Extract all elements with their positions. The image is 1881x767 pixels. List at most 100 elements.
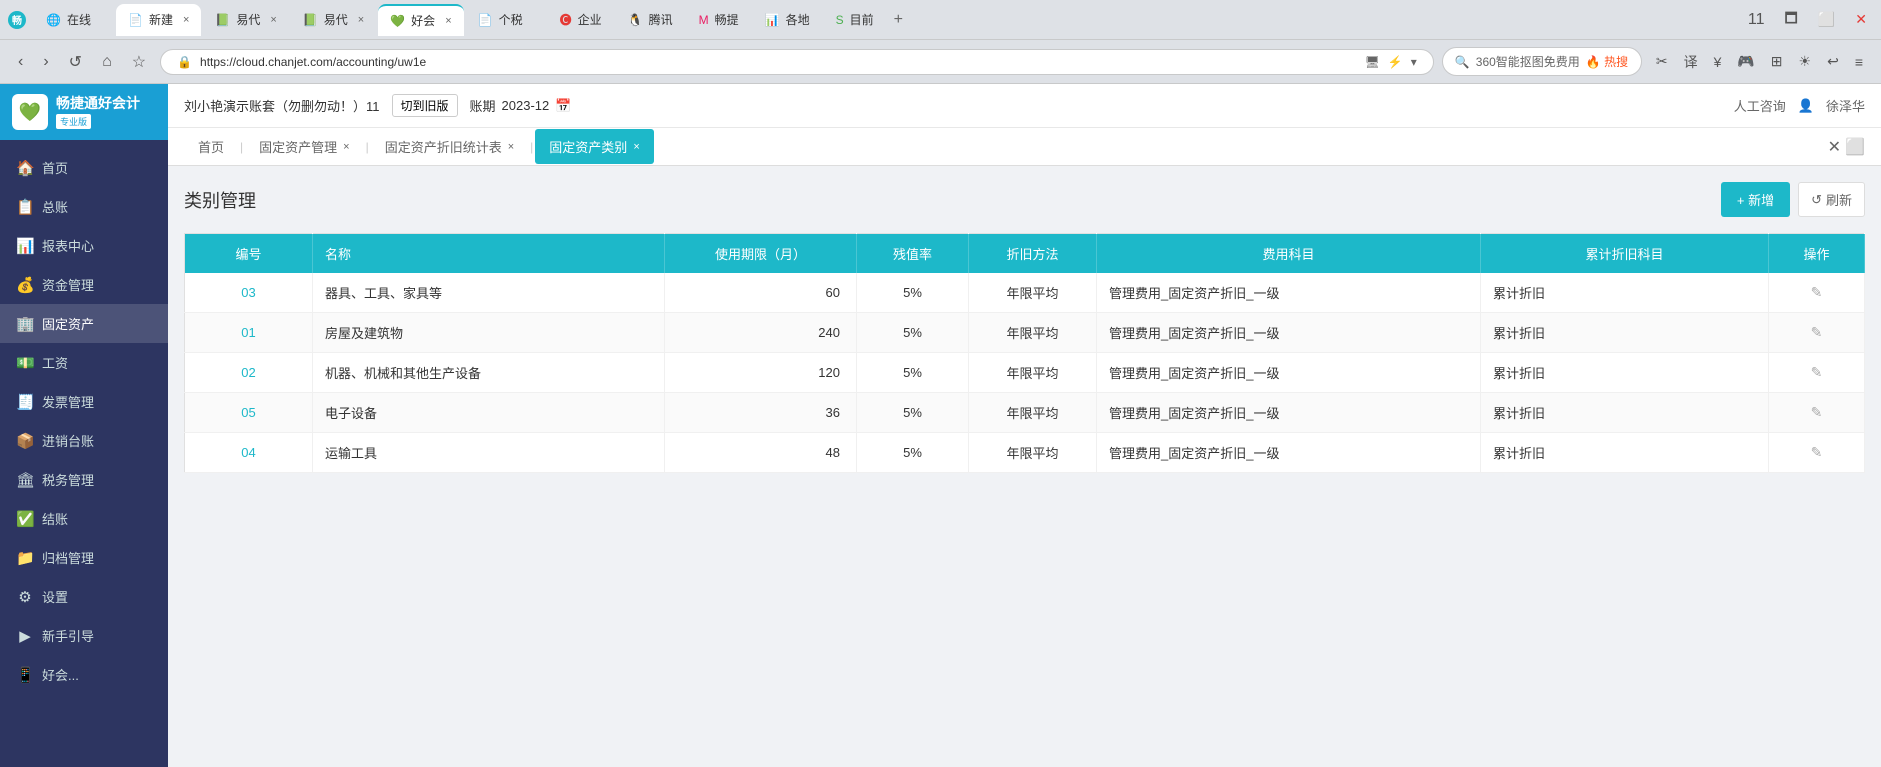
cut-icon[interactable]: ✂	[1650, 49, 1674, 74]
tab-close-3[interactable]: ×	[270, 14, 276, 26]
sidebar-item-home[interactable]: 🏠 首页	[0, 148, 168, 187]
edit-btn-0[interactable]: ✎	[1811, 284, 1823, 300]
switch-version-btn[interactable]: 切到旧版	[392, 94, 458, 117]
cell-code-0[interactable]: 03	[185, 273, 313, 313]
col-action: 操作	[1769, 234, 1865, 274]
col-method: 折旧方法	[969, 234, 1097, 274]
home-icon: 🏠	[16, 159, 34, 177]
browser-tab-7[interactable]: 🅒 企业	[548, 4, 614, 36]
edit-btn-3[interactable]: ✎	[1811, 404, 1823, 420]
user-name[interactable]: 徐泽华	[1826, 96, 1865, 115]
calendar-icon[interactable]: 📅	[555, 98, 571, 114]
edit-btn-4[interactable]: ✎	[1811, 444, 1823, 460]
forward-btn[interactable]: ›	[37, 49, 54, 75]
table-header-row: 编号 名称 使用期限（月） 残值率 折旧方法 费用科目 累计折旧科目 操作	[185, 234, 1865, 274]
sidebar-item-inventory[interactable]: 📦 进销台账	[0, 421, 168, 460]
tab-close-4[interactable]: ×	[358, 14, 364, 26]
tab-close-depreciation[interactable]: ×	[508, 141, 514, 153]
address-field[interactable]: 🔒 https://cloud.chanjet.com/accounting/u…	[160, 49, 1434, 75]
new-tab-button[interactable]: +	[890, 7, 907, 33]
game-icon[interactable]: 🎮	[1731, 49, 1760, 74]
code-link-4[interactable]: 04	[241, 445, 255, 460]
coin-icon[interactable]: ¥	[1708, 50, 1728, 74]
sidebar-item-reports[interactable]: 📊 报表中心	[0, 226, 168, 265]
tab-fixed-category[interactable]: 固定资产类别 ×	[535, 129, 653, 164]
reload-btn[interactable]: ↺	[63, 48, 88, 76]
sidebar-item-fixed-assets[interactable]: 🏢 固定资产	[0, 304, 168, 343]
search-bar[interactable]: 🔍 360智能抠图免费用 🔥 热搜	[1442, 47, 1642, 76]
sidebar-item-funds[interactable]: 💰 资金管理	[0, 265, 168, 304]
sidebar-item-ledger[interactable]: 📋 总账	[0, 187, 168, 226]
code-link-1[interactable]: 01	[241, 325, 255, 340]
archive-icon: 📁	[16, 549, 34, 567]
tab-sep-3: |	[530, 140, 533, 154]
browser-tab-10[interactable]: 📊 各地	[753, 4, 822, 36]
code-link-0[interactable]: 03	[241, 285, 255, 300]
cell-action-3[interactable]: ✎	[1769, 393, 1865, 433]
sidebar-item-settings[interactable]: ⚙ 设置	[0, 577, 168, 616]
browser-tab-3[interactable]: 📗 易代 ×	[203, 4, 288, 36]
sidebar-item-archive[interactable]: 📁 归档管理	[0, 538, 168, 577]
menu-icon[interactable]: ≡	[1849, 50, 1869, 74]
tab-fixed-depreciation[interactable]: 固定资产折旧统计表 ×	[371, 129, 528, 164]
browser-tab-2[interactable]: 📄 新建 ×	[116, 4, 201, 36]
maximize-btn[interactable]: ⬜	[1812, 7, 1841, 32]
guide-icon: ▶	[16, 627, 34, 645]
sidebar-item-good[interactable]: 📱 好会...	[0, 655, 168, 694]
tab-close-5[interactable]: ×	[445, 15, 451, 27]
edit-btn-1[interactable]: ✎	[1811, 324, 1823, 340]
cell-action-2[interactable]: ✎	[1769, 353, 1865, 393]
cell-expense-0: 管理费用_固定资产折旧_一级	[1097, 273, 1481, 313]
cell-code-1[interactable]: 01	[185, 313, 313, 353]
consultant-btn[interactable]: 人工咨询	[1734, 96, 1786, 115]
browser-tab-6[interactable]: 📄 个税	[466, 4, 546, 36]
tab-close-category[interactable]: ×	[633, 141, 639, 153]
cell-action-0[interactable]: ✎	[1769, 273, 1865, 313]
window-maximize-btn[interactable]: ⬜	[1845, 137, 1865, 157]
minimize-btn[interactable]: 11	[1742, 7, 1771, 33]
translate-icon[interactable]: 译	[1678, 48, 1704, 76]
bookmark-btn[interactable]: ☆	[126, 48, 152, 76]
sidebar-item-invoice[interactable]: 🧾 发票管理	[0, 382, 168, 421]
browser-tab-5[interactable]: 💚 好会 ×	[378, 4, 463, 36]
cell-action-1[interactable]: ✎	[1769, 313, 1865, 353]
tab-close-2[interactable]: ×	[183, 14, 189, 26]
browser-tab-11[interactable]: S 目前	[824, 4, 886, 36]
browser-tab-1[interactable]: 🌐 在线	[34, 4, 114, 36]
cell-accumulated-4: 累计折旧	[1481, 433, 1769, 473]
tab-close-fixed-mgmt[interactable]: ×	[343, 141, 349, 153]
browser-tab-9[interactable]: M 畅提	[687, 4, 751, 36]
back-btn[interactable]: ‹	[12, 49, 29, 75]
cell-residual-1: 5%	[857, 313, 969, 353]
brightness-icon[interactable]: ☀	[1793, 49, 1818, 74]
add-button[interactable]: + 新增	[1721, 182, 1790, 217]
sidebar-item-payroll[interactable]: 💵 工资	[0, 343, 168, 382]
sidebar-item-checkout[interactable]: ✅ 结账	[0, 499, 168, 538]
tab-fixed-asset-mgmt[interactable]: 固定资产管理 ×	[245, 129, 363, 164]
window-close-btn[interactable]: ✕	[1828, 137, 1841, 157]
sidebar-item-tax[interactable]: 🏛 税务管理	[0, 460, 168, 499]
header-right: 人工咨询 👤 徐泽华	[1734, 96, 1865, 115]
invoice-icon: 🧾	[16, 393, 34, 411]
edit-btn-2[interactable]: ✎	[1811, 364, 1823, 380]
cell-code-3[interactable]: 05	[185, 393, 313, 433]
main-content: 刘小艳演示账套（勿删勿动！）11 切到旧版 账期 2023-12 📅 人工咨询 …	[168, 84, 1881, 767]
home-btn[interactable]: ⌂	[96, 49, 118, 75]
cell-action-4[interactable]: ✎	[1769, 433, 1865, 473]
cell-code-4[interactable]: 04	[185, 433, 313, 473]
code-link-3[interactable]: 05	[241, 405, 255, 420]
close-btn[interactable]: ✕	[1849, 7, 1873, 32]
undo-icon[interactable]: ↩	[1821, 49, 1845, 74]
browser-tab-8[interactable]: 🐧 腾讯	[616, 4, 685, 36]
data-table: 编号 名称 使用期限（月） 残值率 折旧方法 费用科目 累计折旧科目 操作 03	[184, 233, 1865, 473]
code-link-2[interactable]: 02	[241, 365, 255, 380]
table-body: 03 器具、工具、家具等 60 5% 年限平均 管理费用_固定资产折旧_一级 累…	[185, 273, 1865, 473]
browser-tab-4[interactable]: 📗 易代 ×	[291, 4, 376, 36]
grid-icon[interactable]: ⊞	[1765, 49, 1789, 74]
tab-home[interactable]: 首页	[184, 129, 238, 164]
browser-chrome: 畅 🌐 在线 📄 新建 × 📗 易代 × 📗 易代 × 💚 好会 × 📄	[0, 0, 1881, 40]
window-btn[interactable]: 🗖	[1779, 4, 1804, 36]
refresh-button[interactable]: ↺ 刷新	[1798, 182, 1865, 217]
cell-code-2[interactable]: 02	[185, 353, 313, 393]
sidebar-item-guide[interactable]: ▶ 新手引导	[0, 616, 168, 655]
